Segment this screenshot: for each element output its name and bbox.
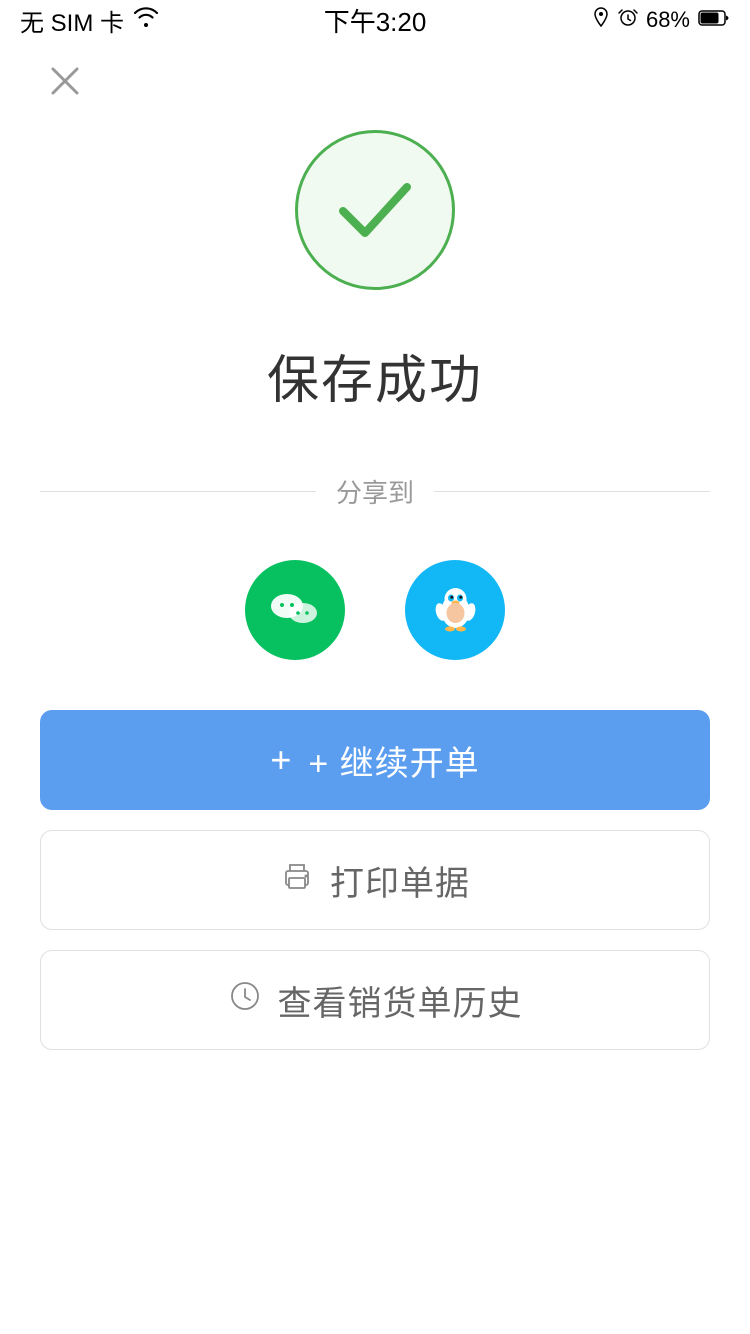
share-label: 分享到 xyxy=(336,473,414,510)
success-title: 保存成功 xyxy=(267,338,483,413)
qq-share-button[interactable] xyxy=(405,560,505,660)
action-buttons: + + 继续开单 打印单据 查看销货单历 xyxy=(0,710,750,1050)
share-divider: 分享到 xyxy=(40,473,710,510)
continue-button[interactable]: + + 继续开单 xyxy=(40,710,710,810)
status-bar: 无 SIM 卡 下午3:20 68% xyxy=(0,0,750,40)
alarm-icon xyxy=(618,7,638,33)
print-label: 打印单据 xyxy=(330,856,470,905)
share-icons xyxy=(40,560,710,660)
continue-label: + 继续开单 xyxy=(308,736,479,785)
status-time: 下午3:20 xyxy=(324,2,427,39)
main-content: 保存成功 分享到 xyxy=(0,40,750,1050)
battery-percent: 68% xyxy=(646,7,690,33)
close-button[interactable] xyxy=(40,56,90,106)
wechat-share-button[interactable] xyxy=(245,560,345,660)
history-icon xyxy=(228,979,262,1022)
history-label: 查看销货单历史 xyxy=(278,976,523,1025)
printer-icon xyxy=(280,859,314,902)
share-section: 分享到 xyxy=(0,473,750,660)
plus-icon: + xyxy=(270,739,292,781)
status-right: 68% xyxy=(592,7,730,33)
wechat-icon xyxy=(265,580,325,640)
status-left: 无 SIM 卡 xyxy=(20,3,160,38)
print-button[interactable]: 打印单据 xyxy=(40,830,710,930)
checkmark-icon xyxy=(335,175,415,245)
success-circle xyxy=(295,130,455,290)
location-icon xyxy=(592,7,610,33)
history-button[interactable]: 查看销货单历史 xyxy=(40,950,710,1050)
battery-icon xyxy=(698,7,730,33)
wifi-icon xyxy=(132,6,160,34)
no-sim-label: 无 SIM 卡 xyxy=(20,3,124,38)
qq-icon xyxy=(428,583,483,638)
